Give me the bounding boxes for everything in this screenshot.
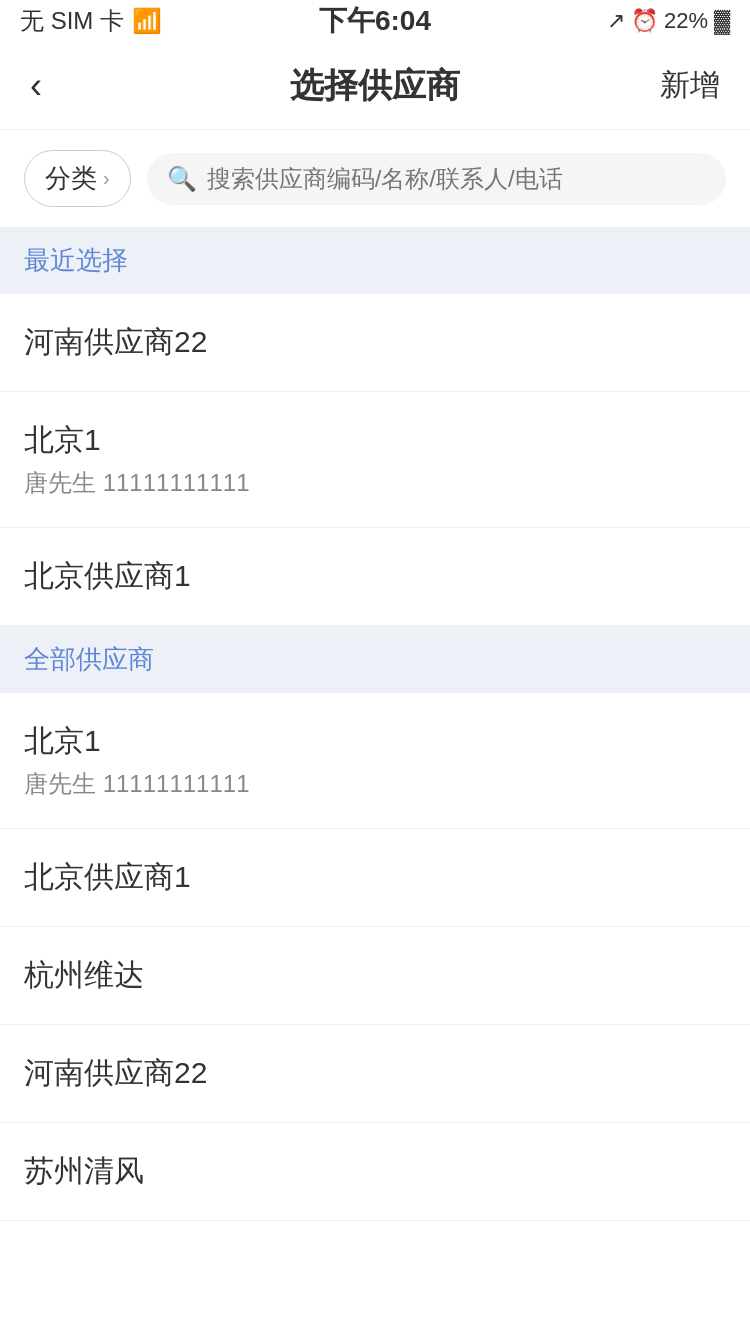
status-time: 下午6:04 — [319, 2, 431, 40]
list-item[interactable]: 杭州维达 — [0, 927, 750, 1025]
all-section-label: 全部供应商 — [24, 644, 154, 674]
search-input[interactable] — [207, 165, 706, 193]
item-name: 北京供应商1 — [24, 857, 726, 898]
search-box: 🔍 — [147, 153, 726, 205]
recent-list: 河南供应商22 北京1 唐先生 11111111111 北京供应商1 — [0, 294, 750, 626]
item-name: 北京1 — [24, 721, 726, 762]
list-item[interactable]: 北京供应商1 — [0, 528, 750, 626]
list-item[interactable]: 河南供应商22 — [0, 294, 750, 392]
item-sub: 唐先生 11111111111 — [24, 768, 726, 800]
back-button[interactable]: ‹ — [30, 65, 90, 107]
nav-bar: ‹ 选择供应商 新增 — [0, 42, 750, 130]
category-button[interactable]: 分类 › — [24, 150, 131, 207]
list-item[interactable]: 北京1 唐先生 11111111111 — [0, 693, 750, 829]
location-icon: ↗ — [607, 8, 625, 34]
all-section-header: 全部供应商 — [0, 626, 750, 693]
filter-bar: 分类 › 🔍 — [0, 130, 750, 227]
status-left: 无 SIM 卡 📶 — [20, 5, 162, 37]
status-bar: 无 SIM 卡 📶 下午6:04 ↗ ⏰ 22% ▓ — [0, 0, 750, 42]
status-right: ↗ ⏰ 22% ▓ — [607, 8, 730, 34]
alarm-icon: ⏰ — [631, 8, 658, 34]
recent-section-label: 最近选择 — [24, 245, 128, 275]
search-icon: 🔍 — [167, 165, 197, 193]
item-sub: 唐先生 11111111111 — [24, 467, 726, 499]
chevron-right-icon: › — [103, 167, 110, 190]
item-name: 杭州维达 — [24, 955, 726, 996]
item-name: 苏州清风 — [24, 1151, 726, 1192]
list-item[interactable]: 北京1 唐先生 11111111111 — [0, 392, 750, 528]
all-list: 北京1 唐先生 11111111111 北京供应商1 杭州维达河南供应商22 苏州清风 — [0, 693, 750, 1221]
battery-label: 22% — [664, 8, 708, 34]
wifi-icon: 📶 — [132, 7, 162, 35]
item-name: 河南供应商22 — [24, 322, 726, 363]
item-name: 北京供应商1 — [24, 556, 726, 597]
list-item[interactable]: 北京供应商1 — [0, 829, 750, 927]
item-name: 河南供应商22 — [24, 1053, 726, 1094]
recent-section-header: 最近选择 — [0, 227, 750, 294]
battery-icon: ▓ — [714, 8, 730, 34]
category-label: 分类 — [45, 161, 97, 196]
list-item[interactable]: 河南供应商22 — [0, 1025, 750, 1123]
list-item[interactable]: 苏州清风 — [0, 1123, 750, 1221]
add-button[interactable]: 新增 — [660, 65, 720, 106]
item-name: 北京1 — [24, 420, 726, 461]
page-title: 选择供应商 — [290, 63, 460, 109]
no-sim-label: 无 SIM 卡 — [20, 5, 124, 37]
